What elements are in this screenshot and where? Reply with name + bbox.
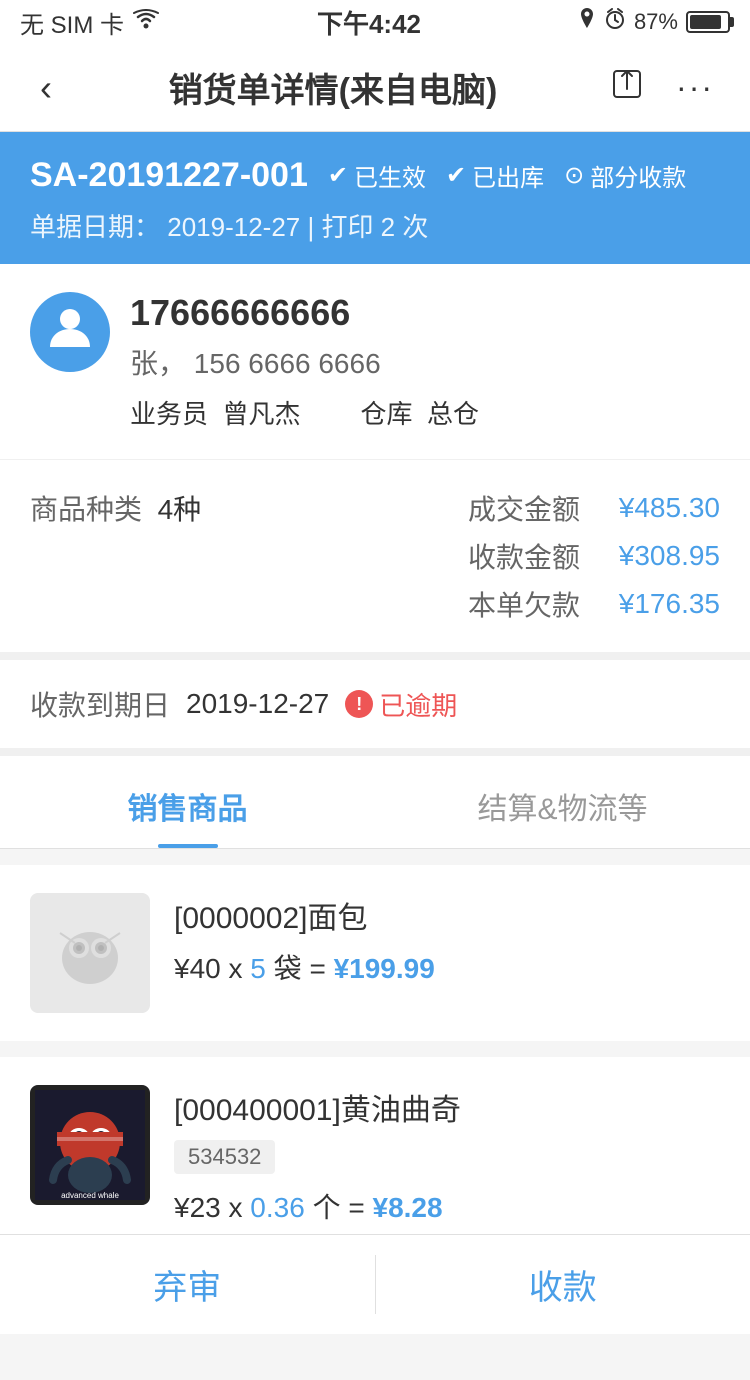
nav-actions: ··· xyxy=(604,61,720,115)
customer-info: 17666666666 张， 156 6666 6666 业务员 曾凡杰 仓库 … xyxy=(130,292,720,431)
confirm-button[interactable]: 收款 xyxy=(376,1235,750,1334)
due-amount-row: 本单欠款 ¥176.35 xyxy=(468,584,720,624)
page-title: 销货单详情(来自电脑) xyxy=(169,63,498,112)
customer-phone-number: 156 6666 6666 xyxy=(194,348,381,379)
product-name-1: [0000002]面包 xyxy=(174,893,720,937)
product-types-label: 商品种类 xyxy=(30,494,142,525)
customer-id: 17666666666 xyxy=(130,292,720,334)
battery-icon xyxy=(686,11,730,33)
customer-name-phone: 张， 156 6666 6666 xyxy=(130,342,720,382)
total-1: ¥199.99 xyxy=(334,953,435,984)
tab-settlement[interactable]: 结算&物流等 xyxy=(375,756,750,848)
list-item: [0000002]面包 ¥40 x 5 袋 = ¥199.99 xyxy=(0,865,750,1041)
battery-text: 87% xyxy=(634,9,678,35)
alarm-icon xyxy=(604,8,626,36)
product-types-value: 4种 xyxy=(158,494,202,525)
check-icon-2: ✔ xyxy=(446,161,466,190)
list-item: advanced whale [000400001]黄油曲奇 534532 ¥2… xyxy=(0,1057,750,1254)
print-info: | 打印 2 次 xyxy=(307,212,428,242)
due-date-label: 收款到期日 xyxy=(30,684,170,724)
qty-2: 0.36 xyxy=(250,1192,305,1223)
product-details-1: [0000002]面包 ¥40 x 5 袋 = ¥199.99 xyxy=(174,893,720,987)
amounts: 成交金额 ¥485.30 收款金额 ¥308.95 本单欠款 ¥176.35 xyxy=(468,488,720,624)
product-price-2: ¥23 x 0.36 个 = ¥8.28 xyxy=(174,1186,720,1226)
summary-section: 商品种类 4种 成交金额 ¥485.30 收款金额 ¥308.95 本单欠款 ¥… xyxy=(0,460,750,660)
badge-partial-label: 部分收款 xyxy=(590,158,686,193)
trade-amount-label: 成交金额 xyxy=(468,488,580,528)
more-icon[interactable]: ··· xyxy=(670,63,720,112)
status-left: 无 SIM 卡 xyxy=(20,5,160,40)
product-price-1: ¥40 x 5 袋 = ¥199.99 xyxy=(174,947,720,987)
tabs-bar: 销售商品 结算&物流等 xyxy=(0,756,750,849)
tab-products[interactable]: 销售商品 xyxy=(0,756,375,848)
received-amount-value: ¥308.95 xyxy=(600,540,720,572)
product-types: 商品种类 4种 xyxy=(30,488,201,624)
badge-shipped-label: 已出库 xyxy=(472,158,544,193)
total-2: ¥8.28 xyxy=(373,1192,443,1223)
product-thumb-1 xyxy=(30,893,150,1013)
overdue-icon: ! xyxy=(345,690,373,718)
salesperson-label: 业务员 曾凡杰 xyxy=(130,394,300,431)
trade-amount-row: 成交金额 ¥485.30 xyxy=(468,488,720,528)
clock-icon: ⊙ xyxy=(564,161,584,190)
badge-active: ✔ 已生效 xyxy=(328,158,426,193)
doc-date-value: 2019-12-27 xyxy=(167,212,300,242)
customer-meta: 业务员 曾凡杰 仓库 总仓 xyxy=(130,394,720,431)
price-2: ¥23 xyxy=(174,1192,221,1223)
product-details-2: [000400001]黄油曲奇 534532 ¥23 x 0.36 个 = ¥8… xyxy=(174,1085,720,1226)
due-date-section: 收款到期日 2019-12-27 ! 已逾期 xyxy=(0,660,750,756)
wifi-icon xyxy=(132,8,160,36)
due-amount-value: ¥176.35 xyxy=(600,588,720,620)
qty-1: 5 xyxy=(250,953,266,984)
doc-date-row: 单据日期： 2019-12-27 | 打印 2 次 xyxy=(30,207,720,244)
check-icon-1: ✔ xyxy=(328,161,348,190)
status-right: 87% xyxy=(578,8,730,36)
person-icon xyxy=(46,303,94,361)
product-batch-2: 534532 xyxy=(174,1140,275,1174)
order-id: SA-20191227-001 xyxy=(30,156,308,195)
due-amount-label: 本单欠款 xyxy=(468,584,580,624)
badge-partial: ⊙ 部分收款 xyxy=(564,158,686,193)
salesperson-value: 曾凡杰 xyxy=(222,399,300,429)
avatar xyxy=(30,292,110,372)
warehouse-label: 仓库 总仓 xyxy=(360,394,478,431)
status-bar: 无 SIM 卡 下午4:42 87 xyxy=(0,0,750,44)
overdue-label: 已逾期 xyxy=(379,686,457,723)
price-1: ¥40 xyxy=(174,953,221,984)
status-time: 下午4:42 xyxy=(317,4,421,41)
product-thumb-2: advanced whale xyxy=(30,1085,150,1205)
svg-text:advanced whale: advanced whale xyxy=(61,1191,119,1200)
overdue-badge: ! 已逾期 xyxy=(345,686,457,723)
doc-date-label: 单据日期： xyxy=(30,212,160,242)
due-date-value: 2019-12-27 xyxy=(186,688,329,720)
warehouse-value: 总仓 xyxy=(427,399,479,429)
back-button[interactable]: ‹ xyxy=(30,57,62,119)
nav-bar: ‹ 销货单详情(来自电脑) ··· xyxy=(0,44,750,132)
customer-name: 张， xyxy=(130,348,186,379)
customer-section: 17666666666 张， 156 6666 6666 业务员 曾凡杰 仓库 … xyxy=(0,264,750,460)
badge-active-label: 已生效 xyxy=(354,158,426,193)
header-banner: SA-20191227-001 ✔ 已生效 ✔ 已出库 ⊙ 部分收款 单据日期：… xyxy=(0,132,750,264)
cancel-button[interactable]: 弃审 xyxy=(0,1235,375,1334)
carrier-text: 无 SIM 卡 xyxy=(20,5,124,40)
received-amount-label: 收款金额 xyxy=(468,536,580,576)
location-icon xyxy=(578,8,596,36)
share-icon[interactable] xyxy=(604,61,650,115)
trade-amount-value: ¥485.30 xyxy=(600,492,720,524)
received-amount-row: 收款金额 ¥308.95 xyxy=(468,536,720,576)
product-name-2: [000400001]黄油曲奇 xyxy=(174,1085,720,1129)
bottom-bar: 弃审 收款 xyxy=(0,1234,750,1334)
badge-shipped: ✔ 已出库 xyxy=(446,158,544,193)
